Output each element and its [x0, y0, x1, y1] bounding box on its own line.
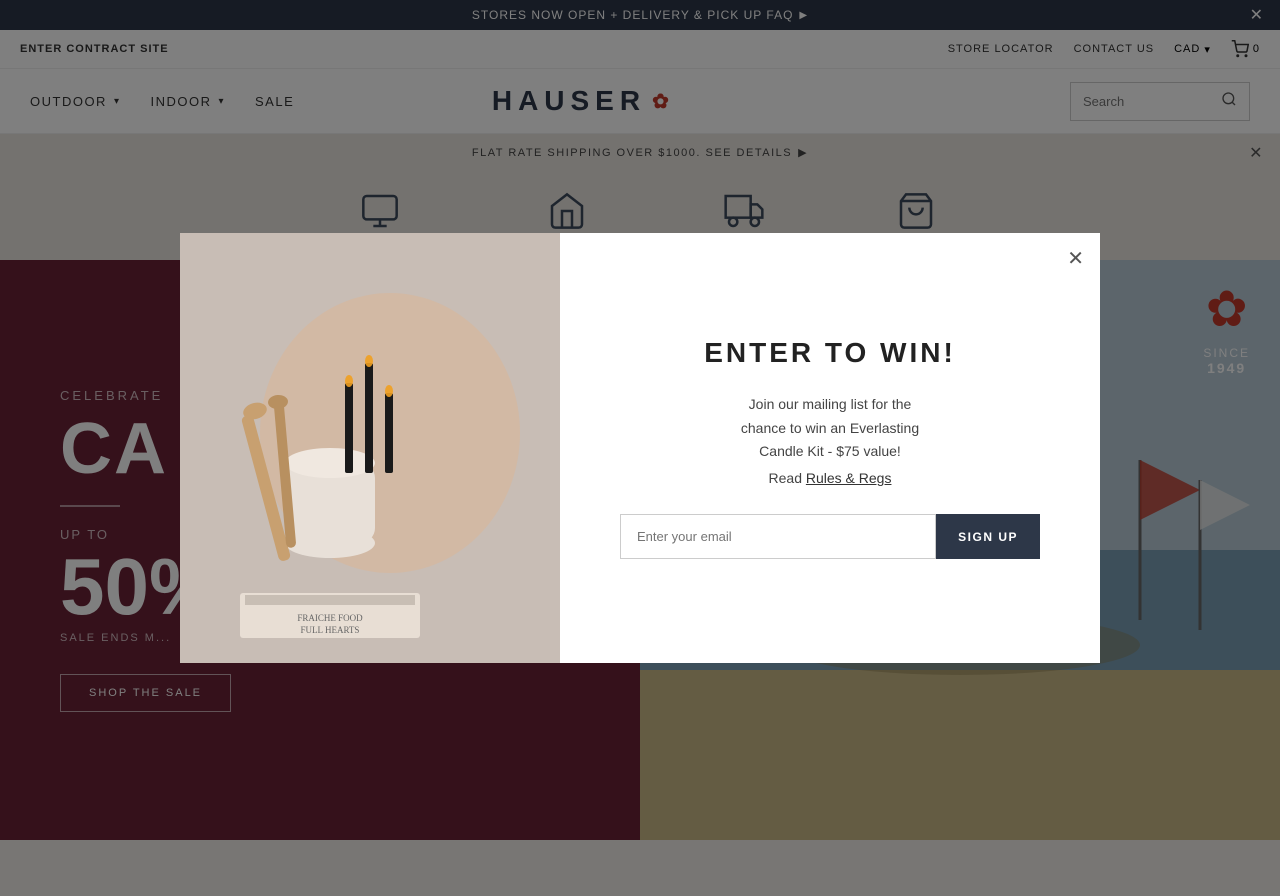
modal-rules-text: Read Rules & Regs	[769, 470, 892, 486]
modal-close-button[interactable]: ✕	[1067, 249, 1084, 269]
modal-image-content: FRAICHE FOOD FULL HEARTS	[180, 233, 560, 663]
modal-product-illustration: FRAICHE FOOD FULL HEARTS	[180, 233, 560, 663]
modal-title: ENTER TO WIN!	[704, 337, 956, 369]
modal-content: ✕ ENTER TO WIN! Join our mailing list fo…	[560, 233, 1100, 663]
modal-popup: FRAICHE FOOD FULL HEARTS ✕ ENTER TO WIN!…	[180, 233, 1100, 663]
svg-text:FRAICHE FOOD: FRAICHE FOOD	[297, 613, 363, 623]
modal-body: Join our mailing list for the chance to …	[741, 393, 919, 464]
svg-text:FULL HEARTS: FULL HEARTS	[301, 625, 360, 635]
modal-overlay[interactable]: FRAICHE FOOD FULL HEARTS ✕ ENTER TO WIN!…	[0, 0, 1280, 896]
modal-image: FRAICHE FOOD FULL HEARTS	[180, 233, 560, 663]
signup-button[interactable]: SIGN UP	[936, 514, 1040, 559]
modal-form: SIGN UP	[620, 514, 1040, 559]
rules-link[interactable]: Rules & Regs	[806, 470, 892, 486]
email-input[interactable]	[620, 514, 936, 559]
